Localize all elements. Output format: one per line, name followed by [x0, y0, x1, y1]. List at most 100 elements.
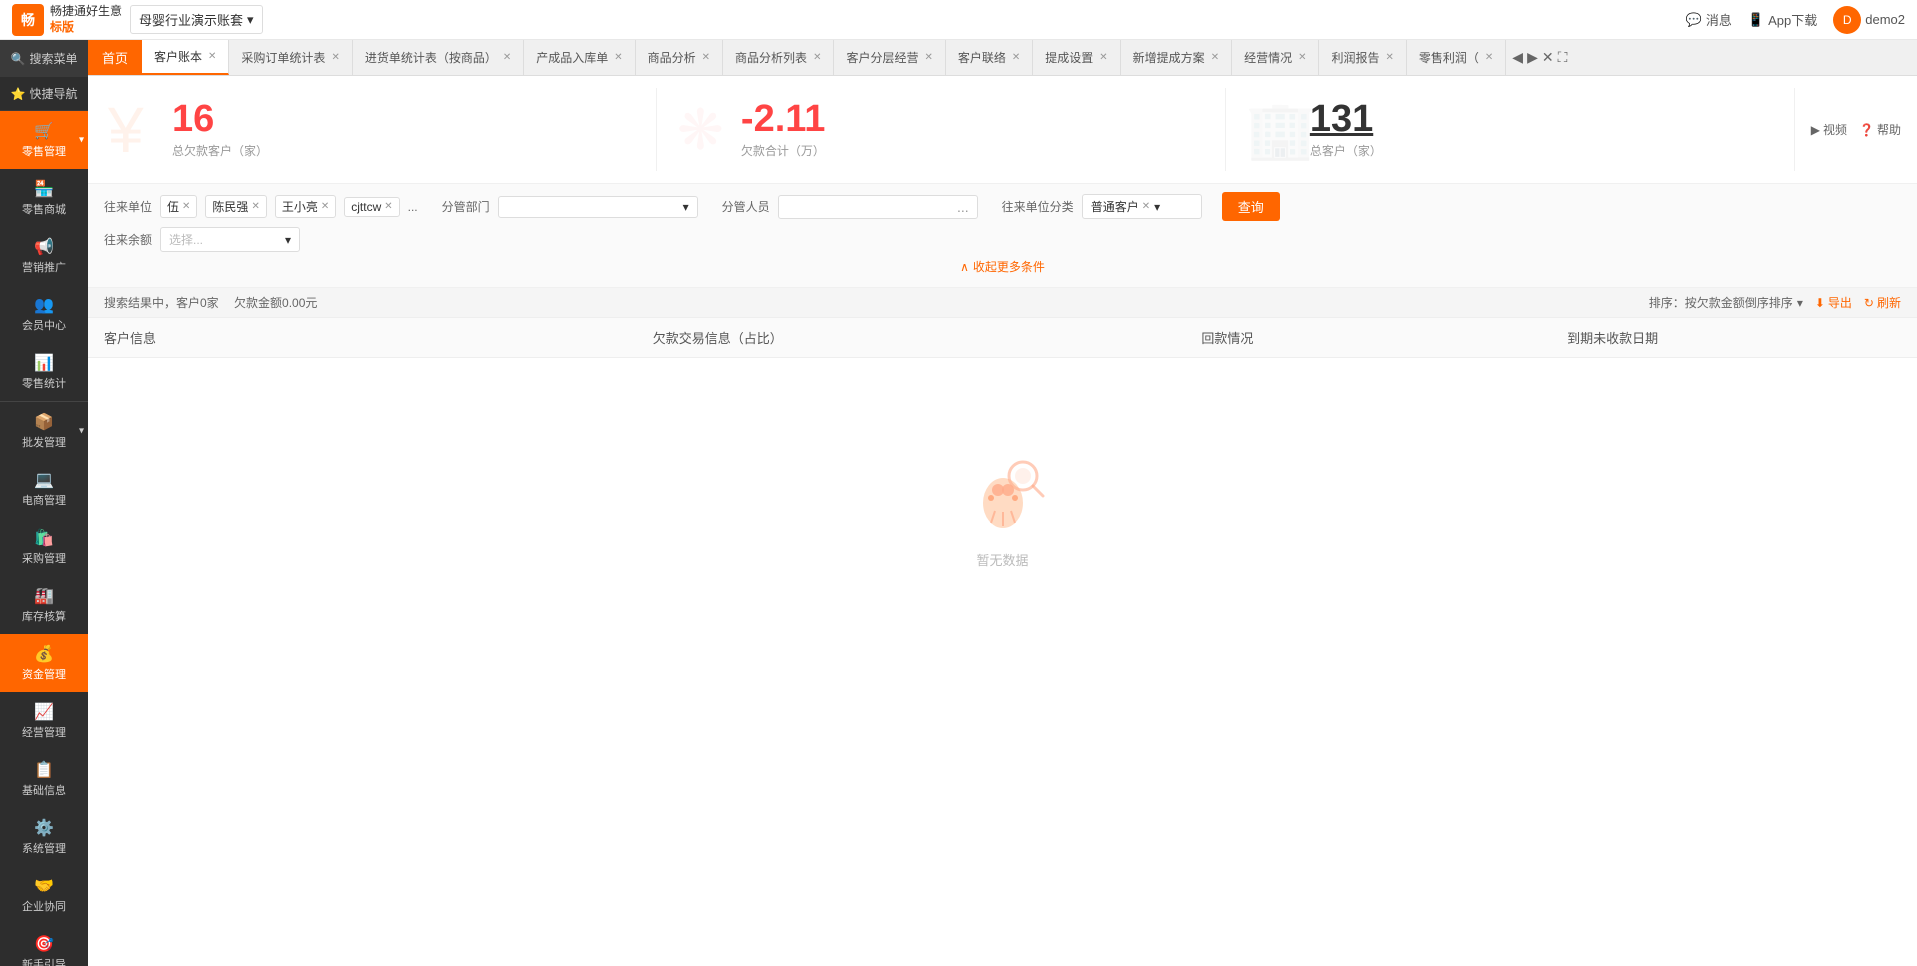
tag-close-icon[interactable]: ✕: [251, 201, 259, 212]
tab-home[interactable]: 首页: [88, 40, 142, 75]
quick-nav[interactable]: ⭐ 快捷导航: [0, 77, 88, 111]
tab-accounts-book[interactable]: 客户账本 ✕: [142, 40, 229, 75]
right-arrow-icon[interactable]: ▶: [1527, 49, 1538, 66]
app-download-button[interactable]: 📱 App下载: [1748, 10, 1817, 29]
export-icon: ⬇: [1815, 296, 1825, 310]
message-button[interactable]: 💬 消息: [1686, 10, 1732, 29]
filter-unit-type-select[interactable]: 普通客户 ✕ ▾: [1082, 194, 1202, 219]
sidebar-item-operations[interactable]: 📈 经营管理: [0, 692, 88, 750]
filter-label-unit: 往来单位: [104, 198, 152, 215]
filter-tag-unit4[interactable]: cjttcw ✕: [344, 197, 399, 217]
sidebar-item-retail-mgmt[interactable]: 🛒 零售管理 ▾: [0, 111, 88, 169]
logo-area: 畅 畅捷通好生意 标版: [12, 4, 122, 36]
result-bar-right: 排序：按欠款金额倒序排序 ▾ ⬇ 导出 ↻ 刷新: [1649, 294, 1901, 311]
guide-icon: 🎯: [34, 934, 54, 954]
sidebar-item-purchase-mgmt[interactable]: 🛍️ 采购管理: [0, 518, 88, 576]
tab-scroll-buttons[interactable]: ◀ ▶ ✕ ⛶: [1506, 40, 1573, 75]
operations-icon: 📈: [34, 702, 54, 722]
stat-debit-total: ❋ -2.11 欠款合计（万）: [657, 88, 1226, 171]
filter-tag-unit1[interactable]: 伍 ✕: [160, 195, 197, 218]
tab-close-icon[interactable]: ✕: [331, 52, 339, 63]
sort-select[interactable]: 排序：按欠款金额倒序排序 ▾: [1649, 294, 1803, 311]
filter-balance-select[interactable]: 选择... ▾: [160, 227, 300, 252]
help-button[interactable]: ❓ 帮助: [1859, 121, 1901, 138]
tag-close-icon[interactable]: ✕: [384, 201, 392, 212]
stat-total-customers: 🏢 131 总客户（家）: [1226, 88, 1795, 171]
account-selector[interactable]: 母婴行业演示账套 ▾: [130, 5, 263, 34]
user-menu-button[interactable]: D demo2: [1833, 6, 1905, 34]
sidebar-item-inventory[interactable]: 🏭 库存核算: [0, 576, 88, 634]
stat-debit-total-value: -2.11: [741, 100, 826, 138]
sidebar-item-finance[interactable]: 💰 资金管理: [0, 634, 88, 692]
tab-close-icon[interactable]: ✕: [1386, 52, 1394, 63]
filter-tag-unit2[interactable]: 陈民强 ✕: [205, 195, 266, 218]
tab-profit-report[interactable]: 利润报告 ✕: [1319, 40, 1406, 75]
filter-person-input[interactable]: ...: [778, 195, 978, 219]
system-icon: ⚙️: [34, 818, 54, 838]
question-icon: ❓: [1859, 123, 1874, 137]
filter-more-btn[interactable]: ...: [408, 200, 418, 214]
col-overdue-date: 到期未收款日期: [1551, 318, 1917, 358]
result-info: 搜索结果中，客户0家 欠款金额0.00元: [104, 294, 317, 311]
empty-state: 暂无数据: [88, 358, 1917, 609]
tab-close-icon[interactable]: ✕: [813, 52, 821, 63]
tab-close-icon[interactable]: ✕: [614, 52, 622, 63]
dots-icon[interactable]: ...: [957, 199, 969, 215]
tab-close-icon[interactable]: ✕: [503, 52, 511, 63]
tab-customer-contact[interactable]: 客户联络 ✕: [946, 40, 1033, 75]
close-all-icon[interactable]: ✕: [1542, 49, 1554, 66]
sidebar-item-marketing[interactable]: 📢 营销推广: [0, 227, 88, 285]
filter-tag-unit3[interactable]: 王小亮 ✕: [275, 195, 336, 218]
tab-close-icon[interactable]: ✕: [924, 52, 932, 63]
sidebar-item-enterprise[interactable]: 🤝 企业协同: [0, 866, 88, 924]
tab-promotion-settings[interactable]: 提成设置 ✕: [1033, 40, 1120, 75]
ecommerce-icon: 💻: [34, 470, 54, 490]
export-button[interactable]: ⬇ 导出: [1815, 294, 1852, 311]
filter-dept-select[interactable]: ▾: [498, 196, 698, 218]
tab-retail-profit[interactable]: 零售利润（ ✕: [1407, 40, 1506, 75]
filter-tag-unit-type[interactable]: 普通客户 ✕: [1091, 198, 1150, 215]
tab-customer-segment[interactable]: 客户分层经营 ✕: [834, 40, 945, 75]
tag-close-icon[interactable]: ✕: [182, 201, 190, 212]
purchase-icon: 🛍️: [34, 528, 54, 548]
tag-close-icon[interactable]: ✕: [1142, 201, 1150, 212]
retail-mall-icon: 🏪: [34, 179, 54, 199]
tab-close-icon[interactable]: ✕: [702, 52, 710, 63]
empty-illustration: [953, 438, 1053, 538]
tab-purchase-order[interactable]: 采购订单统计表 ✕: [229, 40, 352, 75]
tab-close-icon[interactable]: ✕: [1099, 52, 1107, 63]
left-arrow-icon[interactable]: ◀: [1512, 49, 1523, 66]
tab-goods-analysis[interactable]: 商品分析 ✕: [636, 40, 723, 75]
tab-close-icon[interactable]: ✕: [1485, 52, 1493, 63]
search-icon: 🔍: [11, 52, 26, 66]
content-area: 首页 客户账本 ✕ 采购订单统计表 ✕ 进货单统计表（按商品） ✕ 产成品入库单…: [88, 40, 1917, 966]
tag-close-icon[interactable]: ✕: [321, 201, 329, 212]
maximize-icon[interactable]: ⛶: [1558, 49, 1568, 66]
sidebar-item-system-mgmt[interactable]: ⚙️ 系统管理: [0, 808, 88, 866]
refresh-button[interactable]: ↻ 刷新: [1864, 294, 1901, 311]
collapse-button[interactable]: ∧ 收起更多条件: [960, 258, 1045, 275]
tab-close-icon[interactable]: ✕: [208, 51, 216, 62]
batch-mgmt-icon: 📦: [34, 412, 54, 432]
sidebar-search[interactable]: 🔍 搜索菜单: [0, 40, 88, 77]
tab-business-situation[interactable]: 经营情况 ✕: [1232, 40, 1319, 75]
tab-cost-entry[interactable]: 产成品入库单 ✕: [524, 40, 635, 75]
tab-close-icon[interactable]: ✕: [1211, 52, 1219, 63]
col-debit-info: 欠款交易信息（占比）: [637, 318, 1186, 358]
sidebar-item-basic-info[interactable]: 📋 基础信息: [0, 750, 88, 808]
sidebar-item-retail-mall[interactable]: 🏪 零售商城: [0, 169, 88, 227]
search-button[interactable]: 查询: [1222, 192, 1280, 221]
tab-close-icon[interactable]: ✕: [1012, 52, 1020, 63]
video-button[interactable]: ▶ 视频: [1811, 121, 1847, 138]
tab-new-promotion[interactable]: 新增提成方案 ✕: [1121, 40, 1232, 75]
basic-info-icon: 📋: [34, 760, 54, 780]
tab-close-icon[interactable]: ✕: [1298, 52, 1306, 63]
sidebar-item-retail-stats[interactable]: 📊 零售统计: [0, 343, 88, 401]
sidebar-item-member-center[interactable]: 👥 会员中心: [0, 285, 88, 343]
stat-total-customers-label: 总客户（家）: [1310, 142, 1382, 159]
sidebar-item-batch-mgmt[interactable]: 📦 批发管理 ▾: [0, 401, 88, 460]
tab-goods-analysis-list[interactable]: 商品分析列表 ✕: [723, 40, 834, 75]
sidebar-item-ecommerce[interactable]: 💻 电商管理: [0, 460, 88, 518]
tab-stock-summary[interactable]: 进货单统计表（按商品） ✕: [353, 40, 524, 75]
sidebar-item-guide[interactable]: 🎯 新手引导: [0, 924, 88, 966]
